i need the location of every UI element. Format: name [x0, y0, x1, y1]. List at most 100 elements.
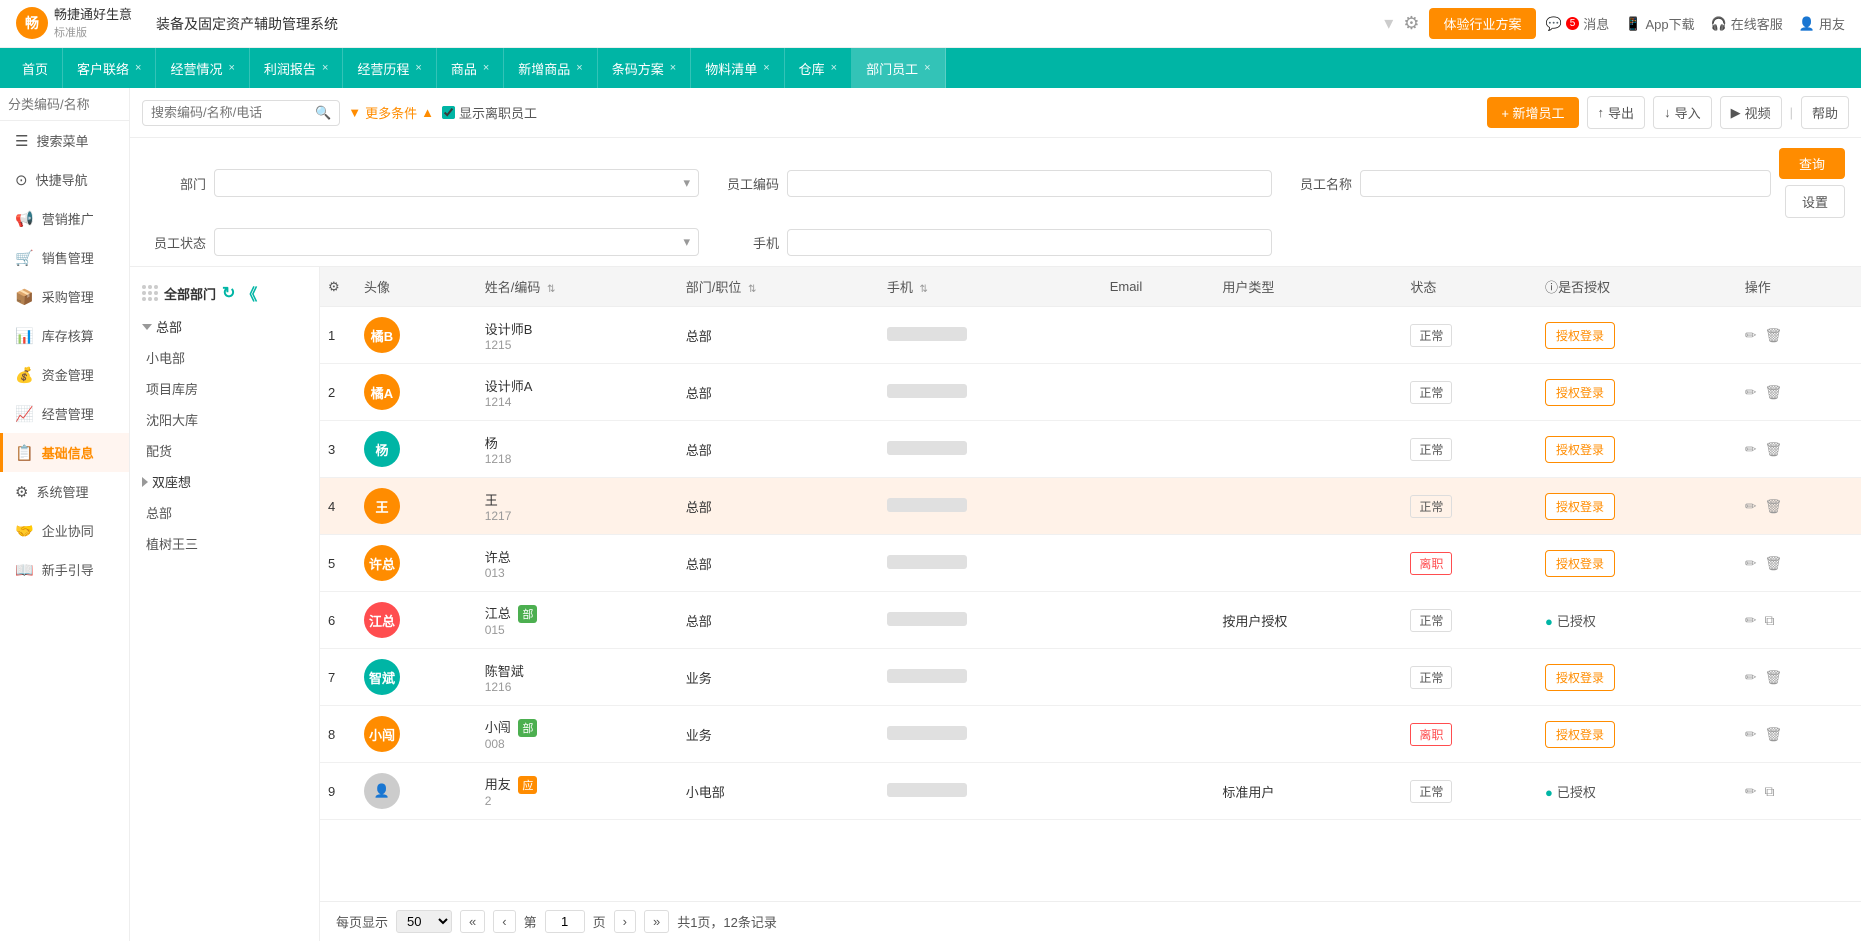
tab-warehouse[interactable]: 仓库 ×	[785, 48, 852, 88]
auth-login-button[interactable]: 授权登录	[1545, 436, 1615, 463]
per-page-select[interactable]: 50 20 100	[396, 910, 452, 933]
delete-icon[interactable]: 🗑	[1764, 726, 1782, 743]
phone-input[interactable]	[787, 229, 1272, 256]
prev-page-button[interactable]: ‹	[493, 910, 515, 933]
help-button[interactable]: 帮助	[1801, 96, 1849, 129]
auth-login-button[interactable]: 授权登录	[1545, 550, 1615, 577]
show-resigned-checkbox[interactable]	[442, 106, 455, 119]
sidebar-item-collab[interactable]: 🤝 企业协同	[0, 511, 129, 550]
emp-name-input[interactable]	[1360, 170, 1771, 197]
more-filter-button[interactable]: ▼ 更多条件 ▲	[348, 103, 434, 122]
refresh-icon[interactable]: ↻	[222, 283, 235, 303]
close-icon[interactable]: ×	[322, 62, 328, 74]
collapse-icon[interactable]: 《	[241, 281, 257, 305]
close-icon[interactable]: ×	[228, 62, 234, 74]
sidebar-item-marketing[interactable]: 📢 营销推广	[0, 199, 129, 238]
delete-icon[interactable]: 🗑	[1764, 327, 1782, 344]
tab-bom[interactable]: 物料清单 ×	[691, 48, 784, 88]
dept-select[interactable]: ▾	[214, 169, 699, 197]
set-button[interactable]: 设置	[1785, 185, 1845, 218]
close-icon[interactable]: ×	[924, 62, 930, 74]
dept-item-plant-king[interactable]: 植树王三	[130, 528, 319, 559]
col-dept-position[interactable]: 部门/职位 ⇅	[678, 267, 879, 307]
delete-icon[interactable]: 🗑	[1764, 555, 1782, 572]
close-icon[interactable]: ×	[831, 62, 837, 74]
tab-barcode[interactable]: 条码方案 ×	[598, 48, 691, 88]
trial-button[interactable]: 体验行业方案	[1429, 8, 1535, 39]
edit-icon[interactable]: ✏	[1745, 384, 1757, 401]
edit-icon[interactable]: ✏	[1745, 726, 1757, 743]
online-service-area[interactable]: 🎧 在线客服	[1711, 14, 1783, 33]
view-button[interactable]: ▶ 视频	[1720, 96, 1782, 129]
export-button[interactable]: ↑ 导出	[1587, 96, 1646, 129]
auth-login-button[interactable]: 授权登录	[1545, 322, 1615, 349]
sidebar-item-system[interactable]: ⚙ 系统管理	[0, 472, 129, 511]
sidebar-item-search-menu[interactable]: ☰ 搜索菜单	[0, 121, 129, 160]
dept-group-dual[interactable]: 双座想	[130, 466, 319, 497]
delete-icon[interactable]: 🗑	[1764, 669, 1782, 686]
close-icon[interactable]: ×	[483, 62, 489, 74]
query-button[interactable]: 查询	[1779, 148, 1845, 179]
sidebar-item-inventory[interactable]: 📊 库存核算	[0, 316, 129, 355]
copy-icon[interactable]: ⧉	[1764, 612, 1774, 629]
tab-profit[interactable]: 利润报告 ×	[250, 48, 343, 88]
sidebar-item-sales[interactable]: 🛒 销售管理	[0, 238, 129, 277]
auth-login-button[interactable]: 授权登录	[1545, 664, 1615, 691]
delete-icon[interactable]: 🗑	[1764, 441, 1782, 458]
delete-icon[interactable]: 🗑	[1764, 384, 1782, 401]
auth-login-button[interactable]: 授权登录	[1545, 493, 1615, 520]
import-button[interactable]: ↓ 导入	[1653, 96, 1712, 129]
sidebar-search-input[interactable]	[8, 97, 130, 112]
dept-item-shenyang[interactable]: 沈阳大库	[130, 404, 319, 435]
dept-item-headquarters[interactable]: 总部	[130, 497, 319, 528]
sidebar-item-operations[interactable]: 📈 经营管理	[0, 394, 129, 433]
last-page-button[interactable]: »	[644, 910, 669, 933]
close-icon[interactable]: ×	[135, 62, 141, 74]
sidebar-item-guide[interactable]: 📖 新手引导	[0, 550, 129, 589]
dept-item-small-elec[interactable]: 小电部	[130, 342, 319, 373]
sidebar-item-basic[interactable]: 📋 基础信息	[0, 433, 129, 472]
edit-icon[interactable]: ✏	[1745, 441, 1757, 458]
edit-icon[interactable]: ✏	[1745, 555, 1757, 572]
col-settings[interactable]: ⚙	[320, 267, 356, 307]
first-page-button[interactable]: «	[460, 910, 485, 933]
settings-icon[interactable]: ⚙	[328, 279, 340, 294]
close-icon[interactable]: ×	[415, 62, 421, 74]
app-download-area[interactable]: 📱 App下载	[1625, 14, 1694, 33]
search-icon[interactable]: 🔍	[315, 105, 331, 121]
show-resigned-checkbox-label[interactable]: 显示离职员工	[442, 103, 537, 122]
tab-home[interactable]: 首页	[8, 48, 63, 88]
delete-icon[interactable]: 🗑	[1764, 498, 1782, 515]
next-page-button[interactable]: ›	[614, 910, 636, 933]
auth-login-button[interactable]: 授权登录	[1545, 721, 1615, 748]
dept-group-general[interactable]: 总部	[130, 311, 319, 342]
tab-dept-staff[interactable]: 部门员工 ×	[852, 48, 945, 88]
dept-item-project-room[interactable]: 项目库房	[130, 373, 319, 404]
dept-item-distribution[interactable]: 配货	[130, 435, 319, 466]
status-select[interactable]: ▾	[214, 228, 699, 256]
col-phone[interactable]: 手机 ⇅	[879, 267, 1102, 307]
edit-icon[interactable]: ✏	[1745, 612, 1757, 629]
copy-icon[interactable]: ⧉	[1764, 783, 1774, 800]
edit-icon[interactable]: ✏	[1745, 669, 1757, 686]
edit-icon[interactable]: ✏	[1745, 783, 1757, 800]
sidebar-item-finance[interactable]: 💰 资金管理	[0, 355, 129, 394]
message-icon-area[interactable]: 💬 5 消息	[1546, 14, 1610, 33]
col-name-code[interactable]: 姓名/编码 ⇅	[477, 267, 678, 307]
tab-customer[interactable]: 客户联络 ×	[63, 48, 156, 88]
search-input[interactable]	[151, 105, 311, 120]
close-icon[interactable]: ×	[670, 62, 676, 74]
tab-goods[interactable]: 商品 ×	[437, 48, 504, 88]
tab-operations[interactable]: 经营情况 ×	[156, 48, 249, 88]
tab-history[interactable]: 经营历程 ×	[343, 48, 436, 88]
settings-icon[interactable]: ⚙	[1403, 13, 1419, 34]
edit-icon[interactable]: ✏	[1745, 327, 1757, 344]
auth-login-button[interactable]: 授权登录	[1545, 379, 1615, 406]
dropdown-arrow-icon[interactable]: ▾	[1384, 13, 1393, 34]
close-icon[interactable]: ×	[763, 62, 769, 74]
sidebar-item-purchase[interactable]: 📦 采购管理	[0, 277, 129, 316]
sidebar-item-quick-nav[interactable]: ⊙ 快捷导航	[0, 160, 129, 199]
tab-add-goods[interactable]: 新增商品 ×	[504, 48, 597, 88]
all-dept-label[interactable]: 全部部门	[164, 284, 216, 303]
close-icon[interactable]: ×	[576, 62, 582, 74]
